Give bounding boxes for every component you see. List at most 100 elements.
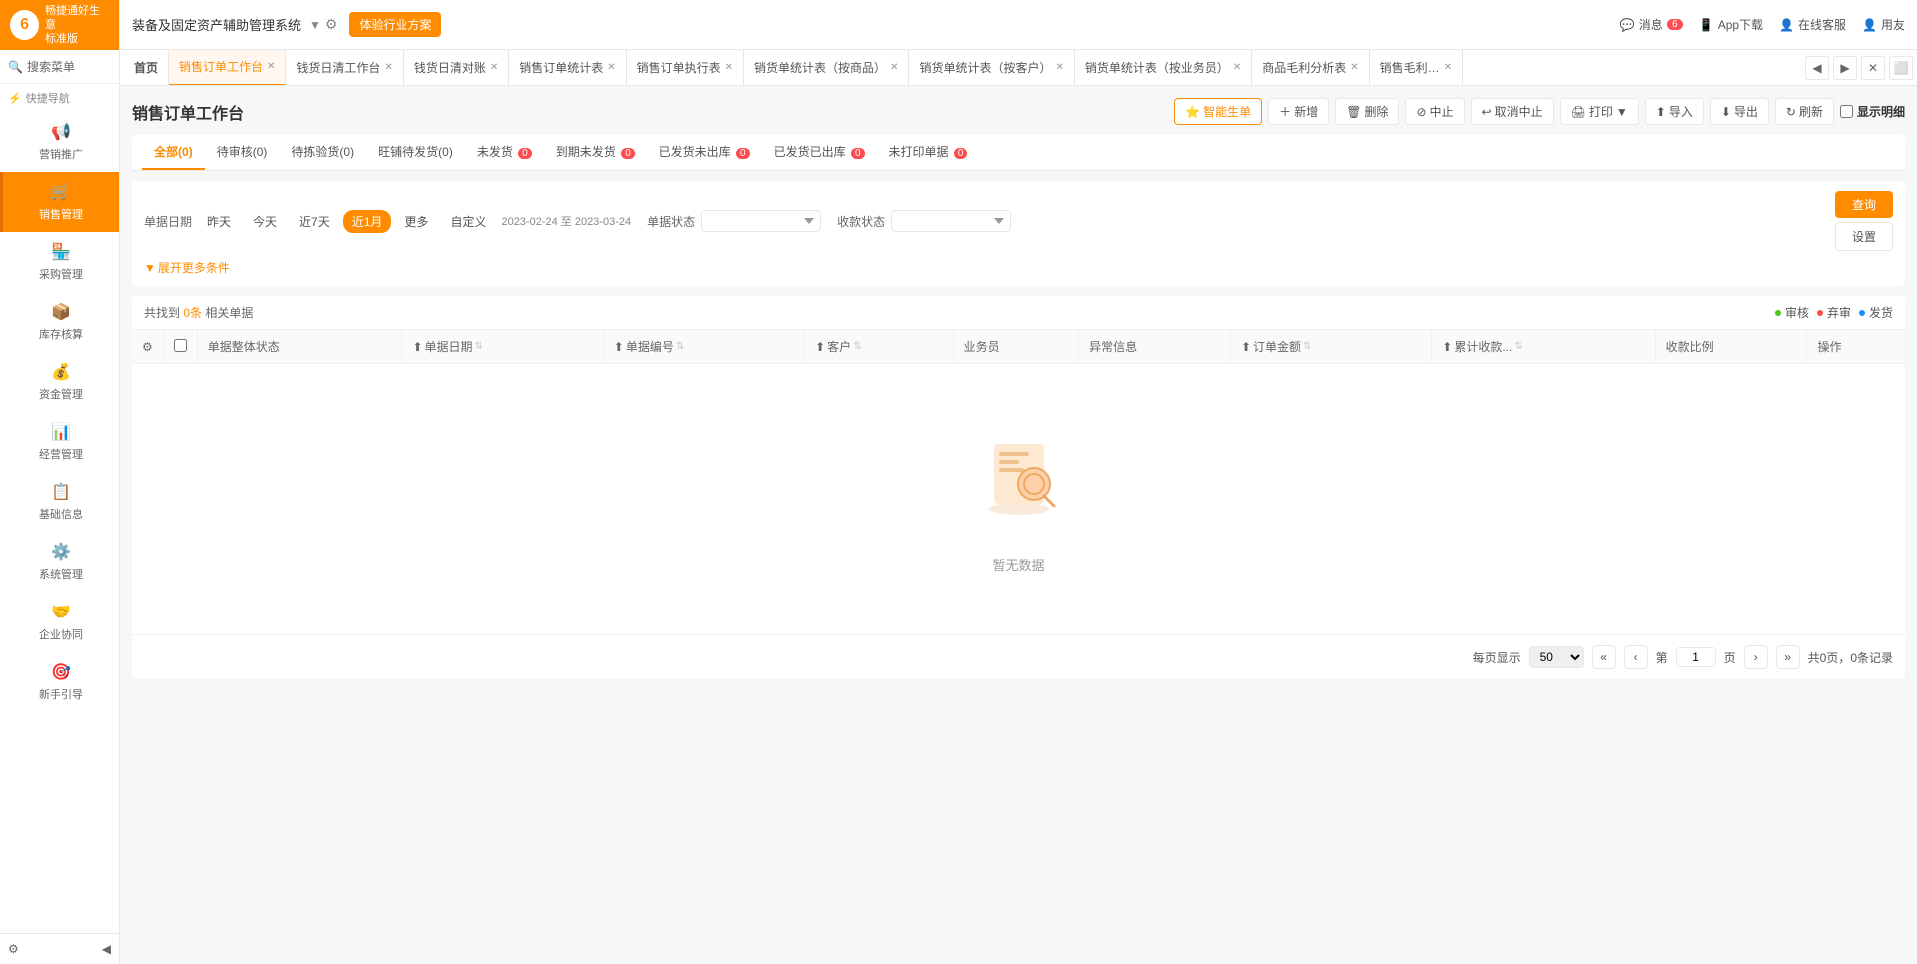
per-page-select[interactable]: 10 20 50 100 [1529, 646, 1584, 668]
sub-tab-all[interactable]: 全部(0) [142, 135, 205, 170]
approve-btn[interactable]: 审核 [1775, 304, 1809, 321]
search-menu[interactable]: 🔍 搜索菜单 [0, 50, 119, 84]
sub-tab-not-shipped[interactable]: 未发货 0 [465, 135, 544, 170]
empty-icon [969, 424, 1069, 543]
tab-sales-summary-customer[interactable]: 销货单统计表（按客户） ✕ [909, 50, 1074, 86]
tab-sales-summary-product[interactable]: 销货单统计表（按商品） ✕ [744, 50, 909, 86]
col-date-sort[interactable]: ⇅ [475, 341, 483, 352]
tab-sales-more[interactable]: 销售毛利… ✕ [1370, 50, 1463, 86]
tab-close-sales-summary-product[interactable]: ✕ [890, 62, 898, 73]
sidebar-item-marketing[interactable]: 📢 营销推广 [0, 112, 119, 172]
sidebar-item-inventory[interactable]: 📦 库存核算 [0, 292, 119, 352]
col-collected-sort[interactable]: ⇅ [1514, 341, 1522, 352]
table-scroll[interactable]: ⚙ 单据整体状态 ⬆ [132, 330, 1905, 634]
tab-close-sales-exec[interactable]: ✕ [725, 62, 733, 73]
tab-scroll-right[interactable]: ▶ [1833, 56, 1857, 80]
sub-tab-pending-inspect[interactable]: 待拣验货(0) [279, 135, 366, 170]
delete-icon: 🗑 [1346, 105, 1361, 119]
sidebar-item-purchase[interactable]: 🏪 采购管理 [0, 232, 119, 292]
online-service-btn[interactable]: 👤 在线客服 [1779, 16, 1846, 33]
col-customer-sort[interactable]: ⇅ [853, 341, 861, 352]
tab-close-sales-summary-staff[interactable]: ✕ [1233, 62, 1241, 73]
sidebar-item-finance[interactable]: 💰 资金管理 [0, 352, 119, 412]
next-page-btn[interactable]: › [1744, 645, 1768, 669]
tab-close-goods-margin[interactable]: ✕ [1350, 62, 1358, 73]
settings-icon[interactable]: ⚙ [8, 942, 19, 956]
sidebar-item-guide[interactable]: 🎯 新手引导 [0, 652, 119, 712]
industry-btn[interactable]: 体验行业方案 [349, 12, 441, 37]
query-btn[interactable]: 查询 [1835, 191, 1893, 218]
show-detail-input[interactable] [1840, 105, 1853, 118]
sub-tab-pending-review[interactable]: 待审核(0) [205, 135, 280, 170]
show-detail-checkbox[interactable]: 显示明细 [1840, 103, 1905, 120]
refresh-btn[interactable]: ↻ 刷新 [1775, 98, 1834, 125]
col-amount-sort[interactable]: ⇅ [1303, 341, 1311, 352]
export-btn[interactable]: ⬇ 导出 [1710, 98, 1769, 125]
tab-close-sales-more[interactable]: ✕ [1444, 62, 1452, 73]
user-menu[interactable]: 👤 用友 [1862, 16, 1905, 33]
tab-sales-summary-staff[interactable]: 销货单统计表（按业务员） ✕ [1075, 50, 1252, 86]
tab-home[interactable]: 首页 [124, 50, 169, 86]
date-opt-yesterday[interactable]: 昨天 [198, 210, 240, 233]
tab-cash-daily[interactable]: 钱货日清工作台 ✕ [286, 50, 403, 86]
sub-tabs: 全部(0) 待审核(0) 待拣验货(0) 旺铺待发货(0) 未发货 0 到期未发… [132, 135, 1905, 171]
new-btn[interactable]: ＋ 新增 [1268, 98, 1329, 125]
tab-close-sales-workbench[interactable]: ✕ [267, 61, 275, 72]
first-page-btn[interactable]: « [1592, 645, 1616, 669]
stop-btn[interactable]: ⊘ 中止 [1405, 98, 1464, 125]
filter-payment-select[interactable] [891, 210, 1011, 232]
smart-create-btn[interactable]: ⭐ 智能生单 [1174, 98, 1262, 125]
last-page-btn[interactable]: » [1776, 645, 1800, 669]
table-header-bar: 共找到 0条 相关单据 审核 弃审 发货 [132, 296, 1905, 330]
sub-tab-shipped-not-out[interactable]: 已发货未出库 0 [647, 135, 762, 170]
dropdown-icon[interactable]: ▼ [309, 18, 321, 32]
print-btn[interactable]: 🖨 打印 ▼ [1560, 98, 1639, 125]
date-opt-custom[interactable]: 自定义 [441, 210, 495, 233]
cancel-stop-btn[interactable]: ↩ 取消中止 [1471, 98, 1554, 125]
prev-page-btn[interactable]: ‹ [1624, 645, 1648, 669]
sidebar-item-basic[interactable]: 📋 基础信息 [0, 472, 119, 532]
import-btn[interactable]: ⬆ 导入 [1645, 98, 1704, 125]
tab-sales-exec[interactable]: 销售订单执行表 ✕ [627, 50, 744, 86]
date-opt-7days[interactable]: 近7天 [290, 210, 339, 233]
tab-close-sales-stat[interactable]: ✕ [607, 62, 615, 73]
date-opt-more[interactable]: 更多 [395, 210, 437, 233]
sidebar-item-operations[interactable]: 📊 经营管理 [0, 412, 119, 472]
sidebar-item-sales[interactable]: 🛒 销售管理 [0, 172, 119, 232]
sidebar-item-system[interactable]: ⚙️ 系统管理 [0, 532, 119, 592]
tab-cash-reconcile[interactable]: 钱货日清对账 ✕ [404, 50, 509, 86]
tab-scroll-left[interactable]: ◀ [1805, 56, 1829, 80]
sub-tab-shipped-out[interactable]: 已发货已出库 0 [762, 135, 877, 170]
tab-close-cash-daily[interactable]: ✕ [384, 62, 392, 73]
message-btn[interactable]: 💬 消息 6 [1620, 16, 1683, 33]
tab-sales-stat[interactable]: 销售订单统计表 ✕ [509, 50, 626, 86]
send-goods-btn[interactable]: 发货 [1859, 304, 1893, 321]
date-opt-today[interactable]: 今天 [244, 210, 286, 233]
sub-tab-wangpu-ship[interactable]: 旺铺待发货(0) [366, 135, 465, 170]
table-section: 共找到 0条 相关单据 审核 弃审 发货 [132, 296, 1905, 679]
filter-status-select[interactable] [701, 210, 821, 232]
tab-sales-workbench[interactable]: 销售订单工作台 ✕ [169, 50, 286, 86]
delete-btn[interactable]: 🗑 删除 [1335, 98, 1399, 125]
sub-tab-not-printed[interactable]: 未打印单据 0 [877, 135, 980, 170]
settings-gear-icon[interactable]: ⚙ [325, 16, 338, 33]
expand-more-btn[interactable]: ▼ 展开更多条件 [144, 259, 1893, 276]
tab-goods-margin[interactable]: 商品毛利分析表 ✕ [1252, 50, 1369, 86]
sidebar-item-enterprise[interactable]: 🤝 企业协同 [0, 592, 119, 652]
page-input[interactable] [1676, 647, 1716, 667]
settings-btn[interactable]: 设置 [1835, 222, 1893, 251]
tab-close-sales-summary-customer[interactable]: ✕ [1055, 62, 1063, 73]
tab-maximize[interactable]: ⬜ [1889, 56, 1913, 80]
col-settings[interactable]: ⚙ [132, 330, 163, 364]
marketing-icon: 📢 [51, 122, 71, 142]
select-all-checkbox[interactable] [174, 339, 187, 352]
cancel-review-btn[interactable]: 弃审 [1817, 304, 1851, 321]
collapse-icon[interactable]: ◀ [102, 942, 111, 956]
app-download-btn[interactable]: 📱 App下载 [1699, 16, 1763, 33]
col-number-sort[interactable]: ⇅ [676, 341, 684, 352]
tab-close-cash-reconcile[interactable]: ✕ [490, 62, 498, 73]
sub-tab-overdue[interactable]: 到期未发货 0 [544, 135, 647, 170]
date-opt-1month[interactable]: 近1月 [343, 210, 392, 233]
tab-close-current[interactable]: ✕ [1861, 56, 1885, 80]
sort-asc-icon-2: ⬆ [614, 340, 624, 354]
